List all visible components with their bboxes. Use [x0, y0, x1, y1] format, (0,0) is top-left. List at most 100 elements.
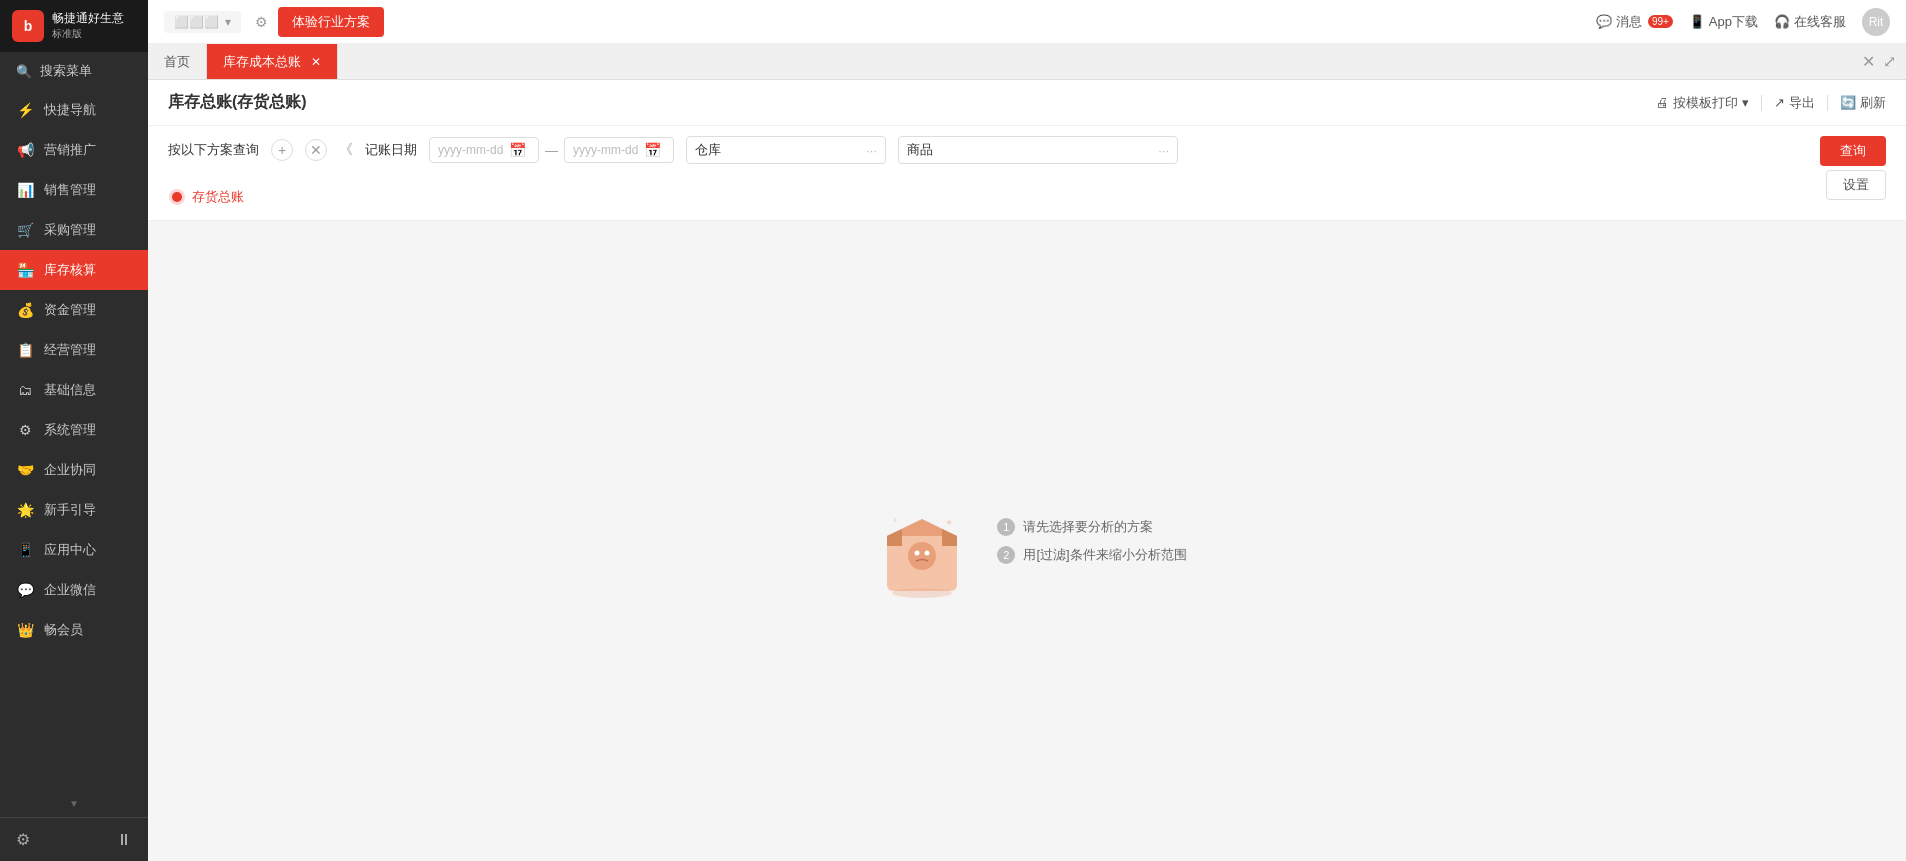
sidebar-item-quicknav[interactable]: ⚡ 快捷导航 [0, 90, 148, 130]
user-avatar-area[interactable]: Rit [1862, 8, 1890, 36]
sidebar-item-member[interactable]: 👑 畅会员 [0, 610, 148, 650]
svg-point-8 [925, 551, 930, 556]
sidebar-item-system[interactable]: ⚙ 系统管理 [0, 410, 148, 450]
empty-text-group: 1 请先选择要分析的方案 2 用[过滤]条件来缩小分析范围 [997, 518, 1186, 564]
sidebar-item-enterprise[interactable]: 🤝 企业协同 [0, 450, 148, 490]
refresh-btn[interactable]: 🔄 刷新 [1840, 94, 1886, 112]
filter-add-btn[interactable]: + [271, 139, 293, 161]
system-icon: ⚙ [16, 422, 34, 438]
sidebar-item-basic[interactable]: 🗂 基础信息 [0, 370, 148, 410]
industry-btn[interactable]: 体验行业方案 [278, 7, 384, 37]
sidebar-item-label: 系统管理 [44, 421, 96, 439]
query-btn[interactable]: 查询 [1820, 136, 1886, 166]
tab-inventory-cost-label: 库存成本总账 [223, 53, 301, 71]
sidebar-item-appcenter[interactable]: 📱 应用中心 [0, 530, 148, 570]
sales-icon: 📊 [16, 182, 34, 198]
empty-state: ✦ ✦ 1 请先选择要分析的方案 2 用[过滤]条件来缩小分析范围 [148, 221, 1906, 861]
tab-home-label: 首页 [164, 53, 190, 71]
divider [1761, 95, 1762, 111]
tab-home[interactable]: 首页 [148, 44, 207, 79]
svg-point-7 [915, 551, 920, 556]
tab-close-icon[interactable]: ✕ [311, 55, 321, 69]
sidebar-search-item[interactable]: 🔍 搜索菜单 [0, 52, 148, 90]
sidebar-item-sales[interactable]: 📊 销售管理 [0, 170, 148, 210]
calendar-end-icon: 📅 [644, 142, 661, 158]
svg-point-11 [892, 588, 952, 598]
scheme-item[interactable]: 存货总账 [168, 184, 1886, 210]
svg-marker-4 [887, 529, 902, 546]
export-btn[interactable]: ↗ 导出 [1774, 94, 1815, 112]
export-label: 导出 [1789, 94, 1815, 112]
settings-btn[interactable]: 设置 [1826, 170, 1886, 200]
date-separator: — [545, 143, 558, 158]
warehouse-more-icon: ··· [866, 143, 877, 158]
date-end-input[interactable]: yyyy-mm-dd 📅 [564, 137, 674, 163]
sidebar-item-purchase[interactable]: 🛒 采购管理 [0, 210, 148, 250]
sidebar-item-label: 经营管理 [44, 341, 96, 359]
sidebar-item-label: 快捷导航 [44, 101, 96, 119]
top-header: ⬜⬜⬜ ▾ ⚙ 体验行业方案 💬 消息 99+ 📱 App下载 🎧 在线客服 R… [148, 0, 1906, 44]
app-download-item[interactable]: 📱 App下载 [1689, 13, 1758, 31]
tab-close-btn[interactable]: ✕ [1862, 52, 1875, 71]
online-service-item[interactable]: 🎧 在线客服 [1774, 13, 1846, 31]
empty-illustration: ✦ ✦ [867, 491, 967, 591]
tab-resize-icon[interactable]: ⤢ [1883, 52, 1896, 71]
settings-icon[interactable]: ⚙ [16, 830, 30, 849]
app-download-label: App下载 [1709, 13, 1758, 31]
sidebar-item-newbie[interactable]: 🌟 新手引导 [0, 490, 148, 530]
warehouse-label: 仓库 [695, 141, 721, 159]
sidebar-item-label: 资金管理 [44, 301, 96, 319]
sidebar-nav: 🔍 搜索菜单 ⚡ 快捷导航 📢 营销推广 📊 销售管理 🛒 采购管理 🏪 库存核… [0, 52, 148, 790]
message-icon: 💬 [1596, 14, 1612, 29]
scroll-indicator: ▼ [0, 790, 148, 817]
sidebar-item-wechat[interactable]: 💬 企业微信 [0, 570, 148, 610]
headset-icon: 🎧 [1774, 14, 1790, 29]
header-search-area[interactable]: ⬜⬜⬜ ▾ [164, 11, 241, 33]
print-btn[interactable]: 🖨 按模板打印 ▾ [1656, 94, 1749, 112]
scroll-down-arrow[interactable]: ▼ [69, 798, 79, 809]
filter-remove-btn[interactable]: ✕ [305, 139, 327, 161]
scheme-label: 存货总账 [192, 188, 244, 206]
svg-text:✦: ✦ [892, 516, 899, 525]
warehouse-filter[interactable]: 仓库 ··· [686, 136, 886, 164]
calendar-start-icon: 📅 [509, 142, 526, 158]
empty-step1-text: 请先选择要分析的方案 [1023, 518, 1153, 536]
avatar: Rit [1862, 8, 1890, 36]
print-chevron-icon: ▾ [1742, 95, 1749, 110]
sidebar-item-label: 新手引导 [44, 501, 96, 519]
sidebar-logo: b 畅捷通好生意 标准版 [0, 0, 148, 52]
messages-item[interactable]: 💬 消息 99+ [1596, 13, 1673, 31]
sidebar-item-operation[interactable]: 📋 经营管理 [0, 330, 148, 370]
sidebar-item-marketing[interactable]: 📢 营销推广 [0, 130, 148, 170]
purchase-icon: 🛒 [16, 222, 34, 238]
filter-collapse-btn[interactable]: 《 [339, 141, 353, 159]
tab-bar: 首页 库存成本总账 ✕ ✕ ⤢ [148, 44, 1906, 80]
sidebar-item-inventory[interactable]: 🏪 库存核算 [0, 250, 148, 290]
sidebar-item-label: 畅会员 [44, 621, 83, 639]
gear-icon[interactable]: ⚙ [255, 14, 268, 30]
header-search-text: ⬜⬜⬜ [174, 15, 219, 29]
main-area: ⬜⬜⬜ ▾ ⚙ 体验行业方案 💬 消息 99+ 📱 App下载 🎧 在线客服 R… [148, 0, 1906, 861]
phone-icon: 📱 [1689, 14, 1705, 29]
search-icon: 🔍 [16, 64, 32, 79]
scheme-panel: 存货总账 [148, 174, 1906, 221]
sidebar-item-label: 销售管理 [44, 181, 96, 199]
chevron-down-icon: ▾ [225, 15, 231, 29]
goods-filter[interactable]: 商品 ··· [898, 136, 1178, 164]
step2-num: 2 [997, 546, 1015, 564]
date-range-group: yyyy-mm-dd 📅 — yyyy-mm-dd 📅 [429, 137, 674, 163]
svg-text:✦: ✦ [945, 517, 953, 528]
sidebar-item-label: 企业微信 [44, 581, 96, 599]
sidebar-toggle-icon[interactable]: ⏸ [116, 831, 132, 849]
filter-label: 按以下方案查询 [168, 141, 259, 159]
empty-step2: 2 用[过滤]条件来缩小分析范围 [997, 546, 1186, 564]
export-icon: ↗ [1774, 95, 1785, 110]
date-start-input[interactable]: yyyy-mm-dd 📅 [429, 137, 539, 163]
inventory-icon: 🏪 [16, 262, 34, 278]
page-header-actions: 🖨 按模板打印 ▾ ↗ 导出 🔄 刷新 [1656, 94, 1886, 112]
tab-inventory-cost[interactable]: 库存成本总账 ✕ [207, 44, 338, 79]
online-service-label: 在线客服 [1794, 13, 1846, 31]
newbie-icon: 🌟 [16, 502, 34, 518]
empty-step2-text: 用[过滤]条件来缩小分析范围 [1023, 546, 1186, 564]
sidebar-item-finance[interactable]: 💰 资金管理 [0, 290, 148, 330]
